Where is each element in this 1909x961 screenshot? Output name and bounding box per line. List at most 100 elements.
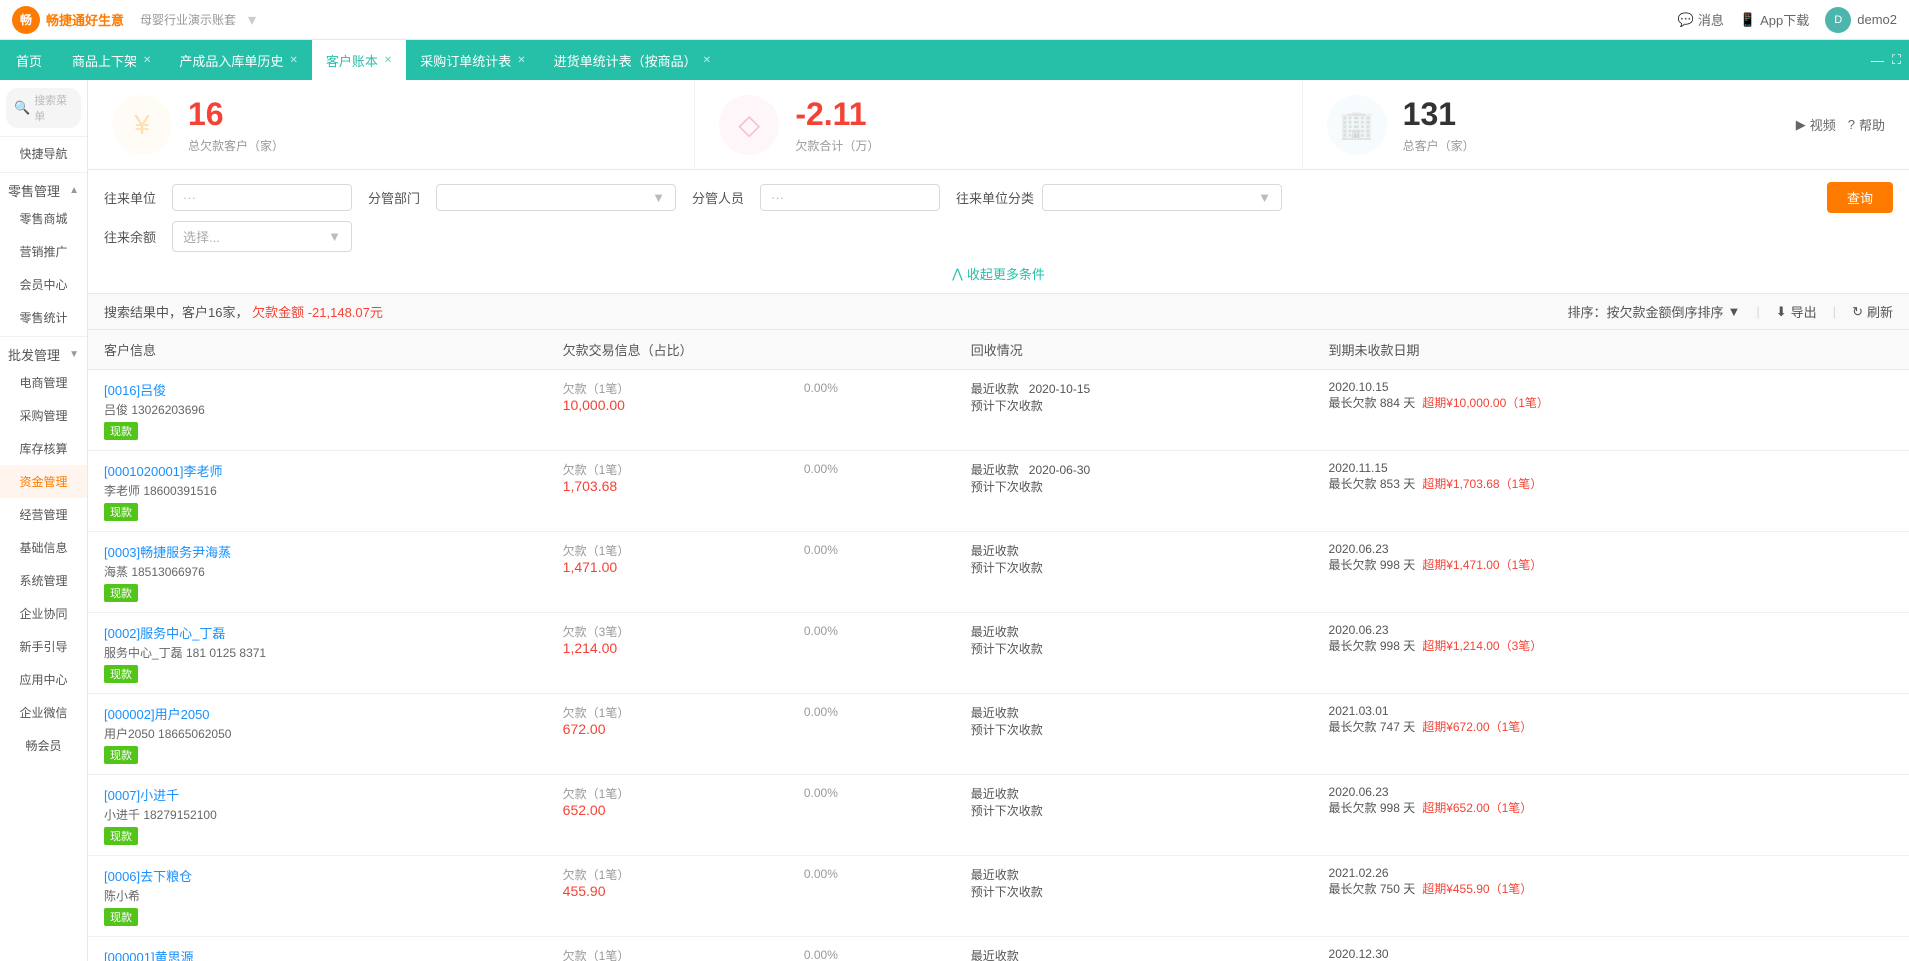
last-collect: 最近收款 2020-10-15	[971, 380, 1297, 397]
filter-input-unit[interactable]: ···	[172, 184, 352, 211]
result-summary: 搜索结果中，客户16家	[104, 305, 235, 320]
table-row: [000002]用户2050 用户2050 18665062050 现款 欠款（…	[88, 694, 1909, 775]
debt-amount[interactable]: 455.90	[563, 883, 764, 899]
sidebar: 🔍 搜索菜单 快捷导航 零售管理 ▲ 零售商城 营销推广 会员中心 零售统计 批…	[0, 80, 88, 961]
filter-input-person[interactable]: ···	[760, 184, 940, 211]
sidebar-item-finance[interactable]: 资金管理	[0, 465, 87, 498]
debt-amount[interactable]: 672.00	[563, 721, 764, 737]
app-download-nav[interactable]: 📱 App下载	[1740, 10, 1809, 29]
sidebar-search-area[interactable]: 🔍 搜索菜单	[0, 80, 87, 137]
overdue-link[interactable]: 超期¥672.00（1笔）	[1422, 720, 1532, 734]
debt-count: 欠款（3笔）	[563, 623, 764, 640]
due-date: 2020.06.23	[1329, 542, 1893, 556]
maximize-icon[interactable]: ⛶	[1892, 52, 1901, 68]
due-date: 2020.06.23	[1329, 623, 1893, 637]
overdue-link[interactable]: 超期¥1,471.00（1笔）	[1422, 558, 1542, 572]
customer-name-link[interactable]: [0016]吕俊	[104, 380, 531, 399]
tab-home[interactable]: 首页	[0, 40, 58, 80]
debt-pct: 0.00%	[804, 786, 838, 800]
main-layout: 🔍 搜索菜单 快捷导航 零售管理 ▲ 零售商城 营销推广 会员中心 零售统计 批…	[0, 80, 1909, 961]
tab-purchase-summary[interactable]: 采购订单统计表 ✕	[406, 40, 539, 80]
sidebar-item-enterprise[interactable]: 企业协同	[0, 597, 87, 630]
customer-name-link[interactable]: [0001020001]李老师	[104, 461, 531, 480]
customer-name-link[interactable]: [0007]小进千	[104, 785, 531, 804]
overdue-info: 最长欠款 884 天 超期¥10,000.00（1笔）	[1329, 394, 1893, 411]
play-icon: ▶	[1796, 117, 1806, 133]
customer-name-link[interactable]: [000001]黄思源	[104, 947, 531, 961]
customer-name-link[interactable]: [0006]去下粮仓	[104, 866, 531, 885]
overdue-link[interactable]: 超期¥652.00（1笔）	[1422, 801, 1532, 815]
next-collect: 预计下次收款	[971, 559, 1297, 576]
filter-select-dept[interactable]: ▼	[436, 184, 676, 211]
sidebar-item-system[interactable]: 系统管理	[0, 564, 87, 597]
debt-amount[interactable]: 1,703.68	[563, 478, 764, 494]
customer-name-link[interactable]: [0003]畅捷服务尹海蒸	[104, 542, 531, 561]
close-icon[interactable]: ✕	[703, 55, 711, 66]
sidebar-search-box[interactable]: 🔍 搜索菜单	[6, 88, 81, 128]
due-date: 2021.02.26	[1329, 866, 1893, 880]
debt-amount[interactable]: 1,471.00	[563, 559, 764, 575]
sidebar-item-basic[interactable]: 基础信息	[0, 531, 87, 564]
sidebar-item-purchase[interactable]: 采购管理	[0, 399, 87, 432]
dropdown-icon[interactable]: ▾	[248, 10, 256, 30]
customer-name-link[interactable]: [000002]用户2050	[104, 704, 531, 723]
quick-nav-label: 快捷导航	[19, 145, 67, 162]
debt-pct: 0.00%	[804, 867, 838, 881]
collapse-btn[interactable]: ⋀ 收起更多条件	[104, 260, 1893, 287]
sidebar-item-guide[interactable]: 新手引导	[0, 630, 87, 663]
overdue-link[interactable]: 超期¥1,703.68（1笔）	[1422, 477, 1542, 491]
table-row: [0007]小进千 小进千 18279152100 现款 欠款（1笔） 652.…	[88, 775, 1909, 856]
cell-customer: [0006]去下粮仓 陈小希 现款	[88, 856, 547, 937]
close-icon[interactable]: ✕	[384, 55, 392, 66]
debt-amount[interactable]: 652.00	[563, 802, 764, 818]
overdue-link[interactable]: 超期¥1,214.00（3笔）	[1422, 639, 1542, 653]
help-btn[interactable]: ? 帮助	[1848, 115, 1885, 134]
tab-products[interactable]: 商品上下架 ✕	[58, 40, 165, 80]
refresh-btn[interactable]: ↻ 刷新	[1852, 302, 1893, 321]
sidebar-item-inventory[interactable]: 库存核算	[0, 432, 87, 465]
next-collect: 预计下次收款	[971, 478, 1297, 495]
tag-xian: 现款	[104, 746, 138, 764]
export-btn[interactable]: ⬇ 导出	[1776, 302, 1817, 321]
minimize-icon[interactable]: —	[1871, 53, 1884, 68]
sidebar-item-vip[interactable]: 畅会员	[0, 729, 87, 762]
sidebar-item-member[interactable]: 会员中心	[0, 268, 87, 301]
sidebar-group-batch[interactable]: 批发管理 ▼	[0, 339, 87, 366]
due-date: 2020.06.23	[1329, 785, 1893, 799]
table-row: [0003]畅捷服务尹海蒸 海蒸 18513066976 现款 欠款（1笔） 1…	[88, 532, 1909, 613]
sidebar-group-zero-sale[interactable]: 零售管理 ▲	[0, 175, 87, 202]
overdue-link[interactable]: 超期¥10,000.00（1笔）	[1422, 396, 1549, 410]
sidebar-item-quick-nav[interactable]: 快捷导航	[0, 137, 87, 170]
message-nav[interactable]: 💬 消息	[1678, 10, 1724, 29]
sidebar-item-zero-stats[interactable]: 零售统计	[0, 301, 87, 334]
filter-select-balance[interactable]: 选择... ▼	[172, 221, 352, 252]
th-due-date: 到期未收款日期	[1313, 330, 1909, 370]
last-collect: 最近收款	[971, 866, 1297, 883]
debt-amount[interactable]: 1,214.00	[563, 640, 764, 656]
debt-amount[interactable]: 10,000.00	[563, 397, 764, 413]
sidebar-item-wechat[interactable]: 企业微信	[0, 696, 87, 729]
tab-inventory-history[interactable]: 产成品入库单历史 ✕	[165, 40, 311, 80]
sidebar-item-appstore[interactable]: 应用中心	[0, 663, 87, 696]
tab-customer-ledger[interactable]: 客户账本 ✕	[312, 40, 406, 80]
close-icon[interactable]: ✕	[517, 55, 525, 66]
sidebar-item-zero-mall[interactable]: 零售商城	[0, 202, 87, 235]
sidebar-item-ecommerce[interactable]: 电商管理	[0, 366, 87, 399]
close-icon[interactable]: ✕	[143, 55, 151, 66]
filter-area: 往来单位 ··· 分管部门 ▼ 分管人员 ···	[88, 170, 1909, 294]
query-button[interactable]: 查询	[1827, 182, 1893, 213]
customer-sub: 用户2050 18665062050	[104, 725, 531, 742]
user-nav[interactable]: D demo2	[1825, 7, 1897, 33]
overdue-days: 最长欠款 747 天	[1329, 720, 1419, 734]
customer-sub: 服务中心_丁磊 181 0125 8371	[104, 644, 531, 661]
customer-name-link[interactable]: [0002]服务中心_丁磊	[104, 623, 531, 642]
filter-select-category[interactable]: ▼	[1042, 184, 1282, 211]
tab-goods-stats[interactable]: 进货单统计表（按商品） ✕	[540, 40, 725, 80]
video-btn[interactable]: ▶ 视频	[1796, 115, 1836, 134]
close-icon[interactable]: ✕	[289, 55, 297, 66]
cell-debt-pct: 0.00%	[780, 370, 955, 451]
sidebar-item-ops[interactable]: 经营管理	[0, 498, 87, 531]
overdue-link[interactable]: 超期¥455.90（1笔）	[1422, 882, 1532, 896]
customer-sub: 李老师 18600391516	[104, 482, 531, 499]
sidebar-item-marketing[interactable]: 营销推广	[0, 235, 87, 268]
